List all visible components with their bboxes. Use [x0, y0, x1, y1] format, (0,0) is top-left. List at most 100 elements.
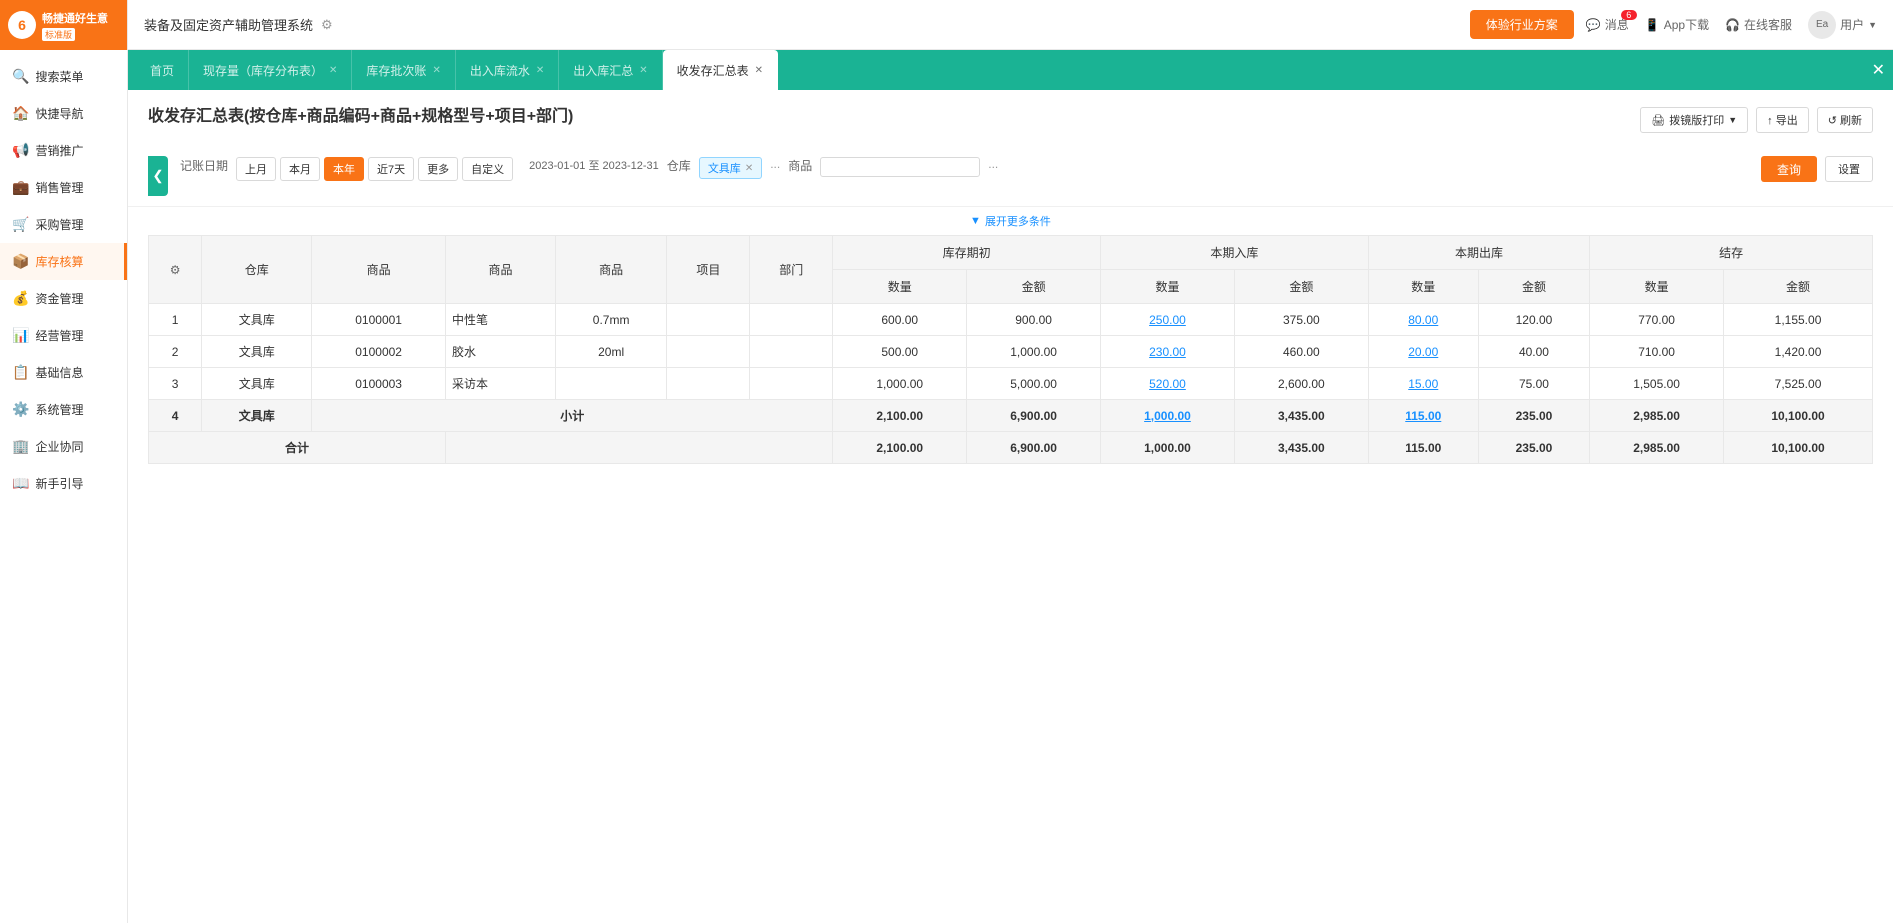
th-opening: 库存期初 [833, 236, 1101, 270]
tab-inventory-dist[interactable]: 现存量（库存分布表） ✕ [189, 50, 352, 90]
date-more-btn[interactable]: 更多 [418, 157, 458, 181]
th-in: 本期入库 [1101, 236, 1369, 270]
date-last7days-btn[interactable]: 近7天 [368, 157, 414, 181]
date-this-month-btn[interactable]: 本月 [280, 157, 320, 181]
app-download-label: App下载 [1664, 16, 1709, 33]
table-row: 3 文具库 0100003 采访本 1,000.00 5,000.00 520.… [149, 368, 1873, 400]
cell-balance-qty: 770.00 [1590, 304, 1724, 336]
cell-opening-qty: 1,000.00 [833, 368, 967, 400]
message-action[interactable]: 💬 消息 6 [1586, 16, 1629, 33]
chart-icon: 📊 [12, 327, 29, 344]
cell-department [750, 336, 833, 368]
goods-input[interactable] [820, 157, 980, 177]
tab-home[interactable]: 首页 [136, 50, 189, 90]
sidebar-item-enterprise[interactable]: 🏢 企业协同 [0, 428, 127, 465]
th-opening-qty: 数量 [833, 270, 967, 304]
th-balance: 结存 [1590, 236, 1873, 270]
warehouse-label: 仓库 [667, 157, 691, 174]
cell-balance-amt: 7,525.00 [1724, 368, 1873, 400]
cell-department [750, 368, 833, 400]
collapse-button[interactable]: ❮ [148, 156, 168, 196]
phone-icon: 📱 [1645, 18, 1660, 32]
tab-recv-send-summary[interactable]: 收发存汇总表 ✕ [663, 50, 778, 90]
cell-in-amt: 375.00 [1234, 304, 1368, 336]
refresh-button[interactable]: ↺ 刷新 [1817, 107, 1873, 133]
export-button[interactable]: ↑ 导出 [1756, 107, 1809, 133]
box-icon: 📦 [12, 253, 29, 270]
cell-balance-qty: 710.00 [1590, 336, 1724, 368]
total-opening-amt: 6,900.00 [967, 432, 1101, 464]
app-download-action[interactable]: 📱 App下载 [1645, 16, 1709, 33]
cell-out-qty[interactable]: 20.00 [1368, 336, 1478, 368]
sidebar-item-guide[interactable]: 📖 新手引导 [0, 465, 127, 502]
app-logo: 6 畅捷通好生意 标准版 [0, 0, 127, 50]
expand-more-label: 展开更多条件 [985, 213, 1051, 229]
subtotal-out-qty[interactable]: 115.00 [1368, 400, 1478, 432]
sidebar-item-basic[interactable]: 📋 基础信息 [0, 354, 127, 391]
sidebar: 6 畅捷通好生意 标准版 🔍 搜索菜单 🏠 快捷导航 📢 营销推广 💼 销售管理… [0, 0, 128, 923]
tab-close-icon[interactable]: ✕ [536, 65, 544, 76]
expand-more-btn[interactable]: ▼ 展开更多条件 [128, 207, 1893, 235]
tab-close-icon[interactable]: ✕ [432, 65, 440, 76]
sidebar-item-purchase[interactable]: 🛒 采购管理 [0, 206, 127, 243]
cell-out-qty[interactable]: 15.00 [1368, 368, 1478, 400]
sidebar-item-inventory[interactable]: 📦 库存核算 [0, 243, 127, 280]
date-last-month-btn[interactable]: 上月 [236, 157, 276, 181]
cell-out-qty[interactable]: 80.00 [1368, 304, 1478, 336]
sidebar-item-marketing[interactable]: 📢 营销推广 [0, 132, 127, 169]
total-balance-amt: 10,100.00 [1724, 432, 1873, 464]
cell-in-qty[interactable]: 250.00 [1101, 304, 1235, 336]
query-button[interactable]: 查询 [1761, 156, 1817, 182]
system-title-text: 装备及固定资产辅助管理系统 [144, 15, 313, 34]
online-service-action[interactable]: 🎧 在线客服 [1725, 16, 1792, 33]
app-tag: 标准版 [42, 28, 75, 41]
date-this-year-btn[interactable]: 本年 [324, 157, 364, 181]
sidebar-item-operation[interactable]: 📊 经营管理 [0, 317, 127, 354]
sidebar-item-label: 基础信息 [35, 364, 83, 381]
experience-button[interactable]: 体验行业方案 [1470, 10, 1574, 39]
cell-goods-name: 采访本 [446, 368, 556, 400]
total-balance-qty: 2,985.00 [1590, 432, 1724, 464]
cell-in-qty[interactable]: 520.00 [1101, 368, 1235, 400]
th-in-qty: 数量 [1101, 270, 1235, 304]
sidebar-item-search[interactable]: 🔍 搜索菜单 [0, 58, 127, 95]
refresh-icon: ↺ [1828, 115, 1837, 127]
tab-close-icon[interactable]: ✕ [639, 65, 647, 76]
cell-opening-qty: 500.00 [833, 336, 967, 368]
warehouse-tag-close[interactable]: ✕ [745, 163, 753, 174]
headset-icon: 🎧 [1725, 18, 1740, 32]
subtotal-balance-qty: 2,985.00 [1590, 400, 1724, 432]
sidebar-item-label: 新手引导 [35, 475, 83, 492]
date-filter-group: 上月 本月 本年 近7天 更多 自定义 [236, 157, 513, 181]
warehouse-more-btn[interactable]: ... [770, 157, 780, 171]
tab-inout-flow[interactable]: 出入库流水 ✕ [456, 50, 559, 90]
tab-label: 出入库流水 [470, 62, 530, 79]
home-icon: 🏠 [12, 105, 29, 122]
tab-batch-account[interactable]: 库存批次账 ✕ [352, 50, 455, 90]
sidebar-item-quick-nav[interactable]: 🏠 快捷导航 [0, 95, 127, 132]
user-action[interactable]: Ea 用户 ▼ [1808, 11, 1877, 39]
filter-settings-button[interactable]: 设置 [1825, 156, 1873, 182]
filter-area: ❮ 记账日期 上月 本月 本年 近7天 更多 自定义 2023-01-01 至 … [128, 146, 1893, 207]
sidebar-item-label: 快捷导航 [35, 105, 83, 122]
sidebar-item-system[interactable]: ⚙️ 系统管理 [0, 391, 127, 428]
logo-icon: 6 [8, 11, 36, 39]
settings-icon[interactable]: ⚙ [321, 17, 333, 33]
print-settings-button[interactable]: 🖨 拨镜版打印 ▼ [1640, 107, 1748, 133]
money-icon: 💰 [12, 290, 29, 307]
sidebar-item-finance[interactable]: 💰 资金管理 [0, 280, 127, 317]
data-table-container: ⚙ 仓库 商品 商品 商品 项目 部门 库存期初 本期入库 本期出库 结存 数量 [128, 235, 1893, 484]
goods-more-btn[interactable]: ... [988, 157, 998, 171]
tab-bar-close-icon[interactable]: ✕ [1872, 60, 1885, 80]
header-actions: 💬 消息 6 📱 App下载 🎧 在线客服 Ea 用户 ▼ [1586, 11, 1877, 39]
cell-opening-qty: 600.00 [833, 304, 967, 336]
sidebar-item-sales[interactable]: 💼 销售管理 [0, 169, 127, 206]
tab-close-icon[interactable]: ✕ [329, 65, 337, 76]
date-custom-btn[interactable]: 自定义 [462, 157, 513, 181]
th-gear[interactable]: ⚙ [149, 236, 202, 304]
tab-inout-summary[interactable]: 出入库汇总 ✕ [559, 50, 662, 90]
tab-close-icon[interactable]: ✕ [755, 65, 763, 76]
cell-in-qty[interactable]: 230.00 [1101, 336, 1235, 368]
subtotal-in-qty[interactable]: 1,000.00 [1101, 400, 1235, 432]
megaphone-icon: 📢 [12, 142, 29, 159]
